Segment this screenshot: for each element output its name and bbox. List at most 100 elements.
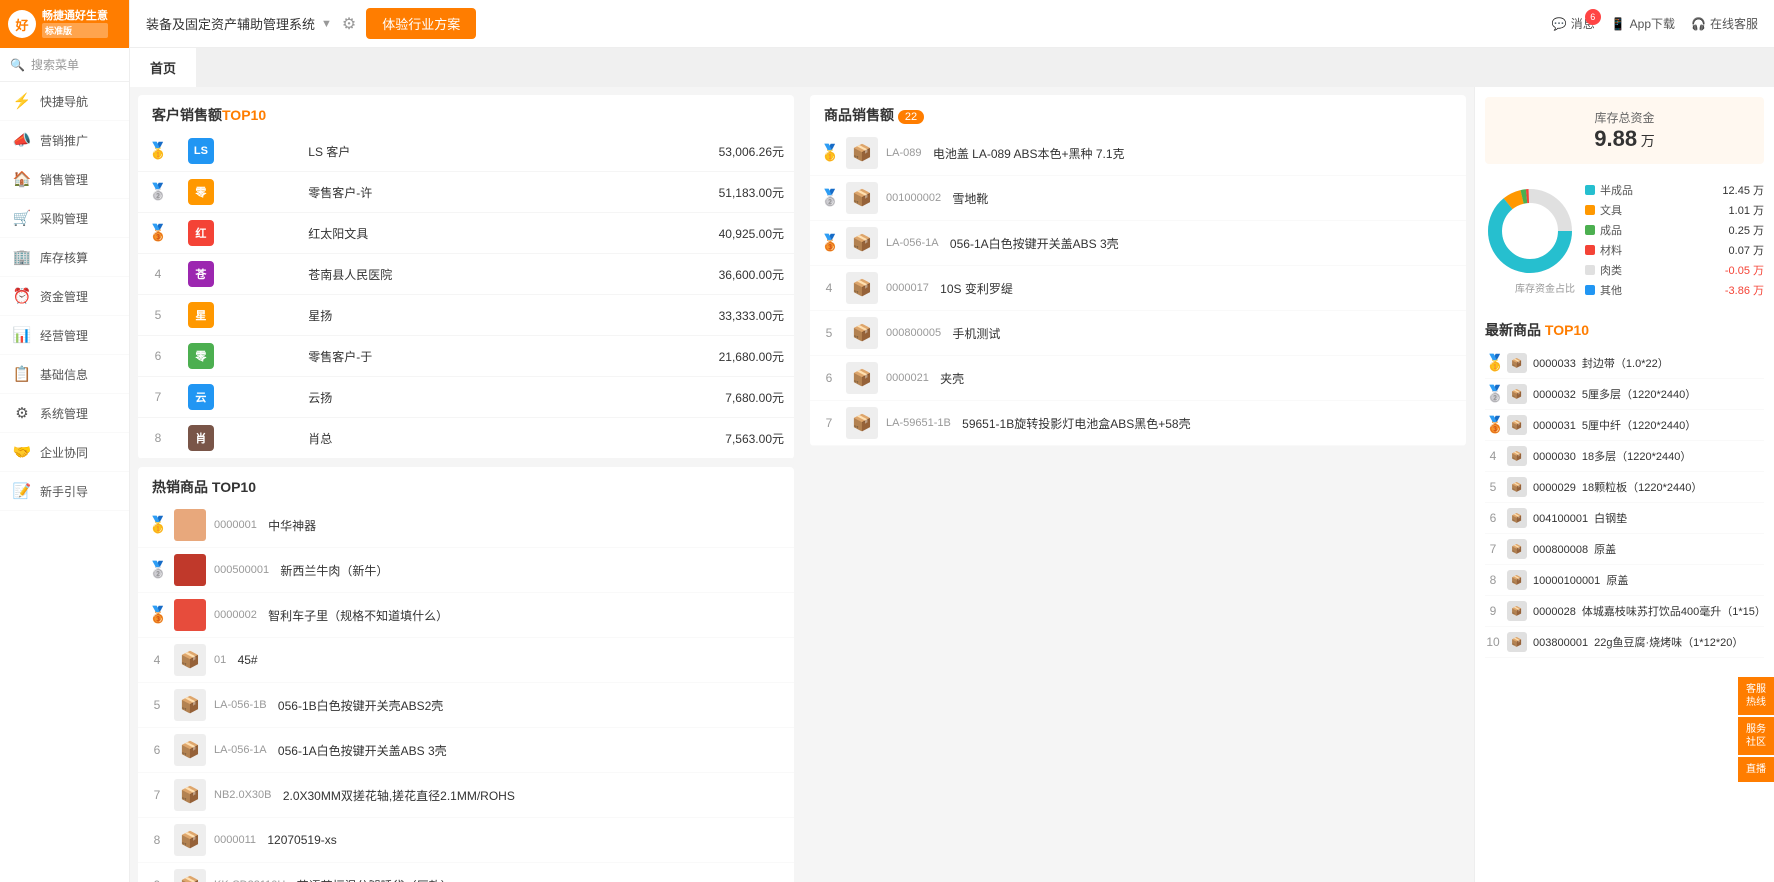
cooperation-label: 企业协同 — [40, 444, 88, 461]
float-live-btn[interactable]: 直播 — [1738, 757, 1774, 782]
legend-value: 0.25 万 — [1729, 222, 1764, 238]
customer-name: 星扬 — [298, 295, 570, 336]
customer-badge: 零 — [188, 343, 214, 369]
list-item: 🥈 000500001 新西兰牛肉（新牛） — [138, 548, 794, 593]
sidebar-item-inventory[interactable]: 🏢 库存核算 — [0, 238, 129, 277]
list-item: 10 📦 003800001 22g鱼豆腐·烧烤味（1*12*20） — [1485, 627, 1764, 658]
sidebar-item-finance[interactable]: ⏰ 资金管理 — [0, 277, 129, 316]
list-item: 5 📦 0000029 18颗粒板（1220*2440） — [1485, 472, 1764, 503]
float-service-btn[interactable]: 客服 热线 — [1738, 677, 1774, 715]
sidebar-item-shortcut[interactable]: ⚡ 快捷导航 — [0, 82, 129, 121]
legend-label: 成品 — [1600, 222, 1622, 238]
sidebar-search[interactable]: 🔍 搜索菜单 — [0, 48, 129, 82]
list-item: 9 📦 KK-SD22110H 花语萌恒温分腿睡袋（厚款） — [138, 863, 794, 882]
product-thumb-placeholder: 📦 — [1507, 477, 1527, 497]
list-item: 7 📦 000800008 原盖 — [1485, 534, 1764, 565]
main-columns: 客户销售额TOP10 🥇 LS LS 客户 53,006.26元 🥈 零 零售客… — [130, 87, 1474, 882]
rank-num: 6 — [138, 336, 178, 377]
table-row: 5 星 星扬 33,333.00元 — [138, 295, 794, 336]
product-thumb-placeholder: 📦 — [1507, 539, 1527, 559]
service-btn[interactable]: 🎧 在线客服 — [1691, 15, 1758, 32]
rank-num: 🥉 — [1485, 415, 1501, 435]
rank-num: 🥇 — [148, 515, 166, 535]
sidebar-item-guide[interactable]: 📝 新手引导 — [0, 472, 129, 511]
customer-amount: 53,006.26元 — [571, 131, 795, 172]
marketing-icon: 📣 — [12, 131, 32, 149]
list-item: 5 📦 000800005 手机测试 — [810, 311, 1466, 356]
product-name: 10S 变利罗缇 — [937, 280, 1013, 297]
customer-badge: 星 — [188, 302, 214, 328]
inventory-section: 库存总资金 9.88 万 — [1485, 97, 1764, 306]
list-item: 🥉 0000002 智利车子里（规格不知道填什么） — [138, 593, 794, 638]
sidebar-item-system[interactable]: ⚙ 系统管理 — [0, 394, 129, 433]
product-thumb-placeholder: 📦 — [1507, 415, 1527, 435]
product-name: 手机测试 — [949, 325, 1000, 342]
product-badge: 22 — [898, 110, 924, 124]
table-row: 6 零 零售客户-于 21,680.00元 — [138, 336, 794, 377]
product-thumb-placeholder: 📦 — [846, 182, 878, 214]
product-thumb-placeholder: 📦 — [174, 869, 206, 882]
product-name: 000800008 原盖 — [1533, 541, 1764, 557]
try-btn[interactable]: 体验行业方案 — [366, 8, 476, 39]
rank-badge-cell: 零 — [178, 172, 298, 213]
rank-badge-cell: 云 — [178, 377, 298, 418]
system-selector[interactable]: 装备及固定资产辅助管理系统 ▼ — [146, 14, 332, 33]
system-icon: ⚙ — [12, 404, 32, 422]
sidebar-item-cooperation[interactable]: 🤝 企业协同 — [0, 433, 129, 472]
table-row: 🥇 LS LS 客户 53,006.26元 — [138, 131, 794, 172]
product-code: LA-056-1A — [886, 237, 939, 249]
sidebar-item-sales[interactable]: 🏠 销售管理 — [0, 160, 129, 199]
customer-badge: 红 — [188, 220, 214, 246]
guide-icon: 📝 — [12, 482, 32, 500]
customer-name: 零售客户-许 — [298, 172, 570, 213]
product-thumb — [174, 554, 206, 586]
sidebar-item-purchase[interactable]: 🛒 采购管理 — [0, 199, 129, 238]
list-item: 🥇 📦 LA-089 电池盖 LA-089 ABS本色+黑种 7.1克 — [810, 131, 1466, 176]
rank-num: 🥉 — [138, 213, 178, 254]
float-community-btn[interactable]: 服务 社区 — [1738, 717, 1774, 755]
legend-dot — [1585, 265, 1595, 275]
sidebar-item-basic[interactable]: 📋 基础信息 — [0, 355, 129, 394]
product-thumb-placeholder: 📦 — [846, 317, 878, 349]
legend-label: 文具 — [1600, 202, 1622, 218]
main-area: 装备及固定资产辅助管理系统 ▼ ⚙ 体验行业方案 💬 消息 6 📱 App下载 … — [130, 0, 1774, 882]
list-item: 5 📦 LA-056-1B 056-1B白色按键开关壳ABS2壳 — [138, 683, 794, 728]
list-item: 6 📦 LA-056-1A 056-1A白色按键开关盖ABS 3壳 — [138, 728, 794, 773]
product-name: 花语萌恒温分腿睡袋（厚款） — [293, 877, 452, 882]
table-row: 🥈 零 零售客户-许 51,183.00元 — [138, 172, 794, 213]
shortcut-icon: ⚡ — [12, 92, 32, 110]
gear-icon[interactable]: ⚙ — [342, 14, 356, 34]
list-item: 🥉 📦 0000031 5厘中纤（1220*2440） — [1485, 410, 1764, 441]
message-btn[interactable]: 💬 消息 6 — [1552, 15, 1595, 32]
customer-table: 🥇 LS LS 客户 53,006.26元 🥈 零 零售客户-许 51,183.… — [138, 131, 794, 459]
sidebar-item-marketing[interactable]: 📣 营销推广 — [0, 121, 129, 160]
legend-item: 半成品 12.45 万 — [1585, 180, 1764, 200]
list-item: 🥇 📦 0000033 封边带（1.0*22） — [1485, 348, 1764, 379]
app-icon: 📱 — [1611, 17, 1626, 31]
product-code: 001000002 — [886, 192, 941, 204]
legend-dot — [1585, 205, 1595, 215]
sidebar-item-operations[interactable]: 📊 经营管理 — [0, 316, 129, 355]
app-label: App下载 — [1630, 15, 1675, 32]
product-thumb — [174, 599, 206, 631]
product-ranking-list: 🥇 📦 LA-089 电池盖 LA-089 ABS本色+黑种 7.1克 🥈 📦 … — [810, 131, 1466, 446]
product-thumb-placeholder: 📦 — [1507, 384, 1527, 404]
tab-home[interactable]: 首页 — [130, 48, 196, 87]
product-name: 004100001 白钢垫 — [1533, 510, 1764, 526]
customer-title: 客户销售额TOP10 — [138, 95, 794, 131]
legend-left: 文具 — [1585, 202, 1622, 218]
system-name: 装备及固定资产辅助管理系统 — [146, 14, 315, 33]
chevron-down-icon: ▼ — [321, 18, 332, 30]
message-badge: 6 — [1585, 9, 1601, 25]
rank-num: 10 — [1485, 635, 1501, 649]
latest-products-list: 🥇 📦 0000033 封边带（1.0*22） 🥈 📦 0000032 5厘多层… — [1485, 348, 1764, 658]
product-name: 45# — [234, 653, 257, 667]
product-code: 0000011 — [214, 834, 256, 846]
customer-name: 肖总 — [298, 418, 570, 459]
content-right: 库存总资金 9.88 万 — [1474, 87, 1774, 882]
purchase-label: 采购管理 — [40, 210, 88, 227]
chart-legend: 半成品 12.45 万 文具 1.01 万 成品 0.25 万 材料 0.07 … — [1585, 180, 1764, 300]
rank-num: 7 — [1485, 542, 1501, 556]
product-code: LA-056-1A — [214, 744, 267, 756]
app-download-btn[interactable]: 📱 App下载 — [1611, 15, 1675, 32]
